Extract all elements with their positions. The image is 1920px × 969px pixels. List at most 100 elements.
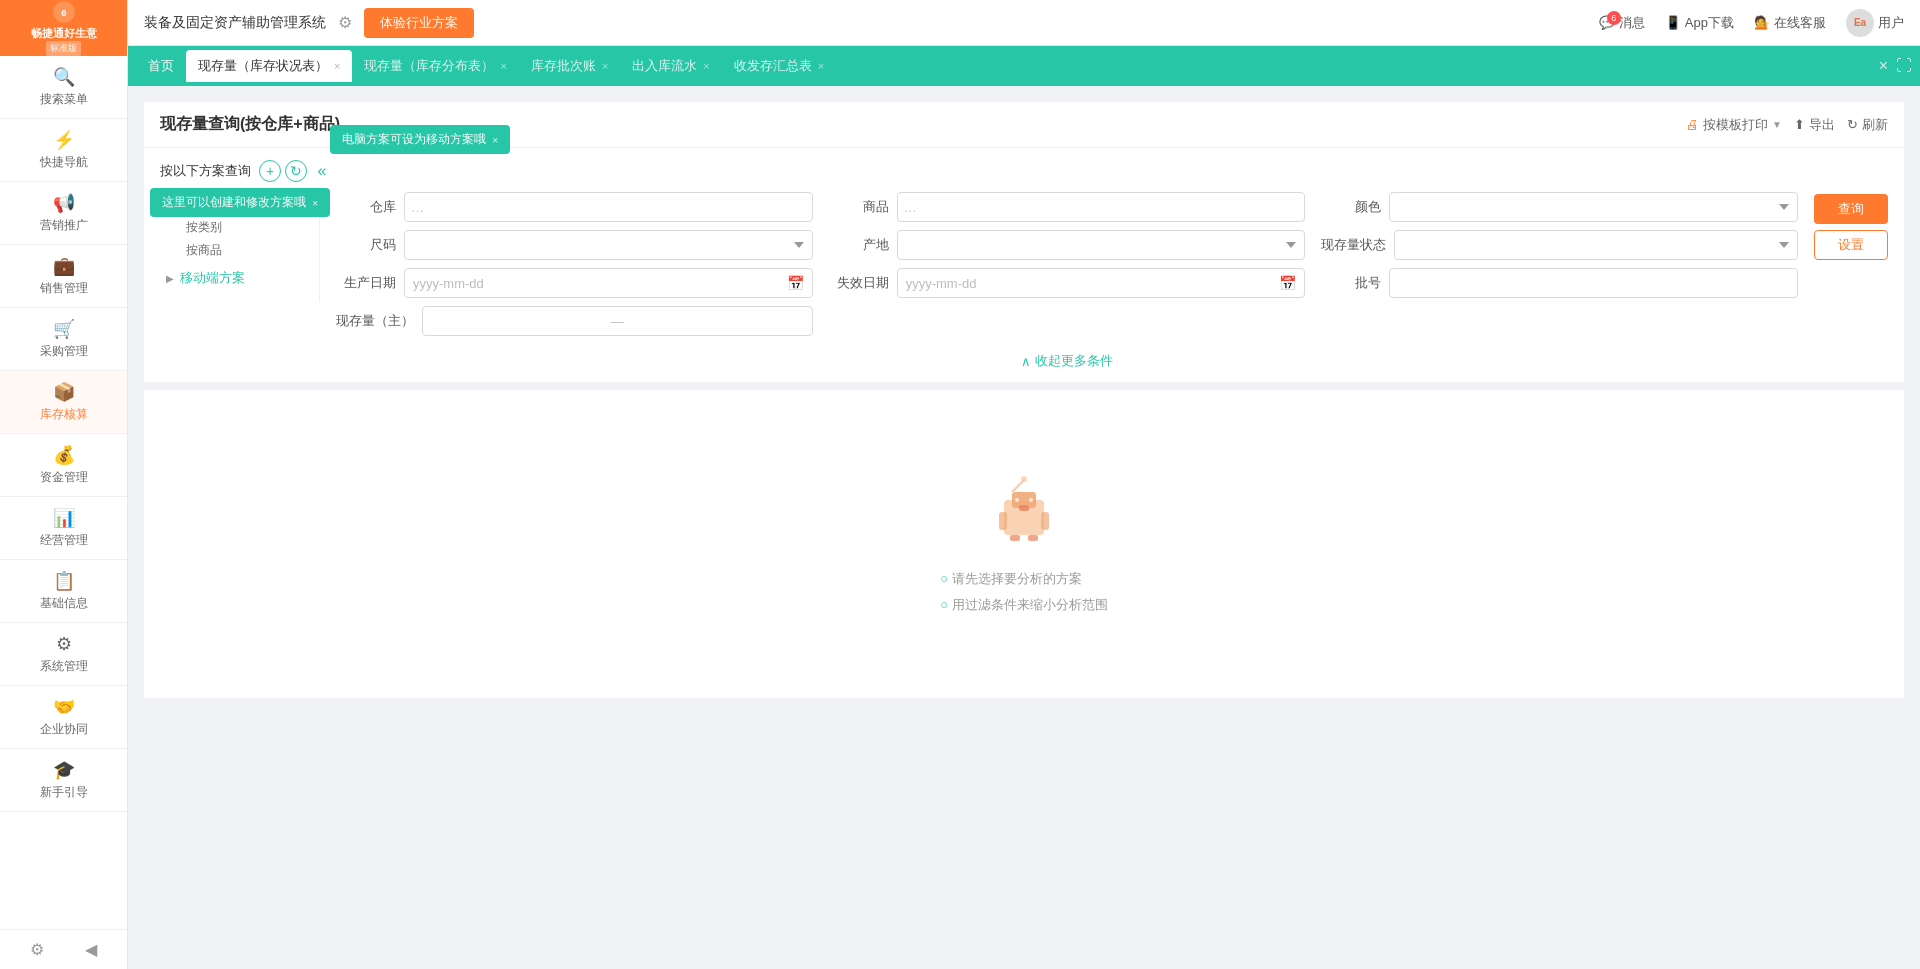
refresh-btn[interactable]: ↻ 刷新 (1847, 116, 1888, 134)
logo-main-text: 畅捷通好生意 (31, 26, 97, 41)
expiry-date-label: 失效日期 (829, 274, 889, 292)
sales-icon: 💼 (53, 255, 75, 277)
page-actions: 🖨 按模板打印 ▼ ⬆ 导出 ↻ 刷新 (1686, 116, 1888, 134)
tab-summary[interactable]: 收发存汇总表 × (722, 50, 836, 82)
tab-inventory-status[interactable]: 现存量（库存状况表） × (186, 50, 352, 82)
collapse-btn[interactable]: ∧ 收起更多条件 (1021, 352, 1113, 370)
sidebar-label-enterprise: 企业协同 (40, 721, 88, 738)
stock-main-max[interactable] (628, 314, 804, 329)
sidebar-item-newbie[interactable]: 🎓 新手引导 (0, 749, 127, 812)
search-icon: 🔍 (53, 66, 75, 88)
origin-label: 产地 (829, 236, 889, 254)
header: 装备及固定资产辅助管理系统 ⚙ 体验行业方案 💬 6 消息 📱 App下载 💁 … (128, 0, 1920, 46)
sidebar-item-marketing[interactable]: 📢 营销推广 (0, 182, 127, 245)
sidebar-item-finance[interactable]: 💰 资金管理 (0, 434, 127, 497)
tab-flow-close[interactable]: × (703, 60, 709, 72)
sidebar-item-enterprise[interactable]: 🤝 企业协同 (0, 686, 127, 749)
sidebar-item-management[interactable]: 📊 经营管理 (0, 497, 127, 560)
user-item[interactable]: Ea 用户 (1846, 9, 1904, 37)
sidebar-item-search[interactable]: 🔍 搜索菜单 (0, 56, 127, 119)
expiry-date-placeholder: yyyy-mm-dd (906, 276, 977, 291)
tab-inventory-status-close[interactable]: × (334, 60, 340, 72)
settings-gear-icon[interactable]: ⚙ (338, 13, 352, 32)
filter-header: 按以下方案查询 + ↻ « 电脑方案可设为移动方案哦 × 这里可以创建和修改方案… (160, 160, 1888, 182)
sidebar-item-purchase[interactable]: 🛒 采购管理 (0, 308, 127, 371)
sidebar-item-system[interactable]: ⚙ 系统管理 (0, 623, 127, 686)
svg-rect-10 (1028, 535, 1038, 541)
expiry-date-input[interactable]: yyyy-mm-dd 📅 (897, 268, 1306, 298)
tab-inventory-dist[interactable]: 现存量（库存分布表） × (352, 50, 518, 82)
production-date-label: 生产日期 (336, 274, 396, 292)
svg-point-12 (1021, 476, 1027, 482)
stock-main-label: 现存量（主） (336, 312, 414, 330)
reset-btn[interactable]: 设置 (1814, 230, 1888, 260)
goods-placeholder: … (904, 200, 1299, 215)
tab-batch-label: 库存批次账 (531, 57, 596, 75)
close-all-tabs-icon[interactable]: × (1879, 57, 1888, 75)
logo-badge: 标准版 (46, 41, 81, 56)
origin-select[interactable] (897, 230, 1306, 260)
export-label: 导出 (1809, 116, 1835, 134)
tooltip-edit-text: 这里可以创建和修改方案哦 (162, 194, 306, 211)
tab-summary-close[interactable]: × (818, 60, 824, 72)
collapse-sidebar-icon[interactable]: ◀ (85, 940, 97, 959)
tab-flow[interactable]: 出入库流水 × (620, 50, 721, 82)
export-icon: ⬆ (1794, 117, 1805, 132)
print-btn[interactable]: 🖨 按模板打印 ▼ (1686, 116, 1782, 134)
sidebar-item-inventory[interactable]: 📦 库存核算 (0, 371, 127, 434)
system-icon: ⚙ (56, 633, 72, 655)
message-item[interactable]: 💬 6 消息 (1599, 14, 1645, 32)
filter-expiry-date: 失效日期 yyyy-mm-dd 📅 (829, 268, 1306, 298)
search-btn[interactable]: 查询 (1814, 194, 1888, 224)
filter-label: 按以下方案查询 (160, 162, 251, 180)
size-select[interactable] (404, 230, 813, 260)
tabs-bar: 首页 现存量（库存状况表） × 现存量（库存分布表） × 库存批次账 × 出入库… (128, 46, 1920, 86)
online-service-item[interactable]: 💁 在线客服 (1754, 14, 1826, 32)
filter-color: 颜色 (1321, 192, 1798, 222)
warehouse-input[interactable]: … (404, 192, 813, 222)
filter-row-4: 现存量（主） — (336, 306, 1798, 336)
empty-tips: 请先选择要分析的方案 用过滤条件来缩小分析范围 (940, 566, 1107, 618)
tab-batch[interactable]: 库存批次账 × (519, 50, 620, 82)
tab-home[interactable]: 首页 (136, 50, 186, 82)
back-btn[interactable]: « (311, 160, 333, 182)
tab-inventory-dist-close[interactable]: × (500, 60, 506, 72)
sidebar-item-basic-info[interactable]: 📋 基础信息 (0, 560, 127, 623)
filter-production-date: 生产日期 yyyy-mm-dd 📅 (336, 268, 813, 298)
tab-batch-close[interactable]: × (602, 60, 608, 72)
export-btn[interactable]: ⬆ 导出 (1794, 116, 1835, 134)
experience-btn[interactable]: 体验行业方案 (364, 8, 474, 38)
tooltip-scheme-close[interactable]: × (492, 134, 498, 146)
tooltip-edit-close[interactable]: × (312, 197, 318, 209)
stock-main-range[interactable]: — (422, 306, 813, 336)
fullscreen-icon[interactable]: ⛶ (1896, 57, 1912, 75)
color-select[interactable] (1389, 192, 1798, 222)
management-icon: 📊 (53, 507, 75, 529)
tab-inventory-dist-label: 现存量（库存分布表） (364, 57, 494, 75)
service-icon: 💁 (1754, 15, 1770, 30)
scheme-child-category[interactable]: 按类别 (180, 216, 311, 239)
settings-bottom-icon[interactable]: ⚙ (30, 940, 44, 959)
refresh-scheme-btn[interactable]: ↻ (285, 160, 307, 182)
production-date-input[interactable]: yyyy-mm-dd 📅 (404, 268, 813, 298)
sidebar-label-basic-info: 基础信息 (40, 595, 88, 612)
filter-body: ▼ 电脑端方案 按类别 按商品 ▶ 移动端方案 (160, 192, 1888, 378)
sidebar-item-sales[interactable]: 💼 销售管理 (0, 245, 127, 308)
filter-stock-status: 现存量状态 (1321, 230, 1798, 260)
finance-icon: 💰 (53, 444, 75, 466)
mobile-scheme-name: 移动端方案 (180, 269, 245, 287)
scheme-child-goods[interactable]: 按商品 (180, 239, 311, 262)
sidebar-item-quicknav[interactable]: ⚡ 快捷导航 (0, 119, 127, 182)
tooltip-scheme-text: 电脑方案可设为移动方案哦 (342, 131, 486, 148)
online-service-label: 在线客服 (1774, 14, 1826, 32)
filter-area: 按以下方案查询 + ↻ « 电脑方案可设为移动方案哦 × 这里可以创建和修改方案… (144, 148, 1904, 382)
warehouse-label: 仓库 (336, 198, 396, 216)
add-scheme-btn[interactable]: + (259, 160, 281, 182)
stock-main-min[interactable] (431, 314, 607, 329)
app-download-item[interactable]: 📱 App下载 (1665, 14, 1734, 32)
batch-input[interactable] (1389, 268, 1798, 298)
tooltip-scheme: 电脑方案可设为移动方案哦 × (330, 125, 510, 154)
stock-status-select[interactable] (1394, 230, 1798, 260)
mobile-scheme-header[interactable]: ▶ 移动端方案 (160, 266, 311, 290)
goods-input[interactable]: … (897, 192, 1306, 222)
